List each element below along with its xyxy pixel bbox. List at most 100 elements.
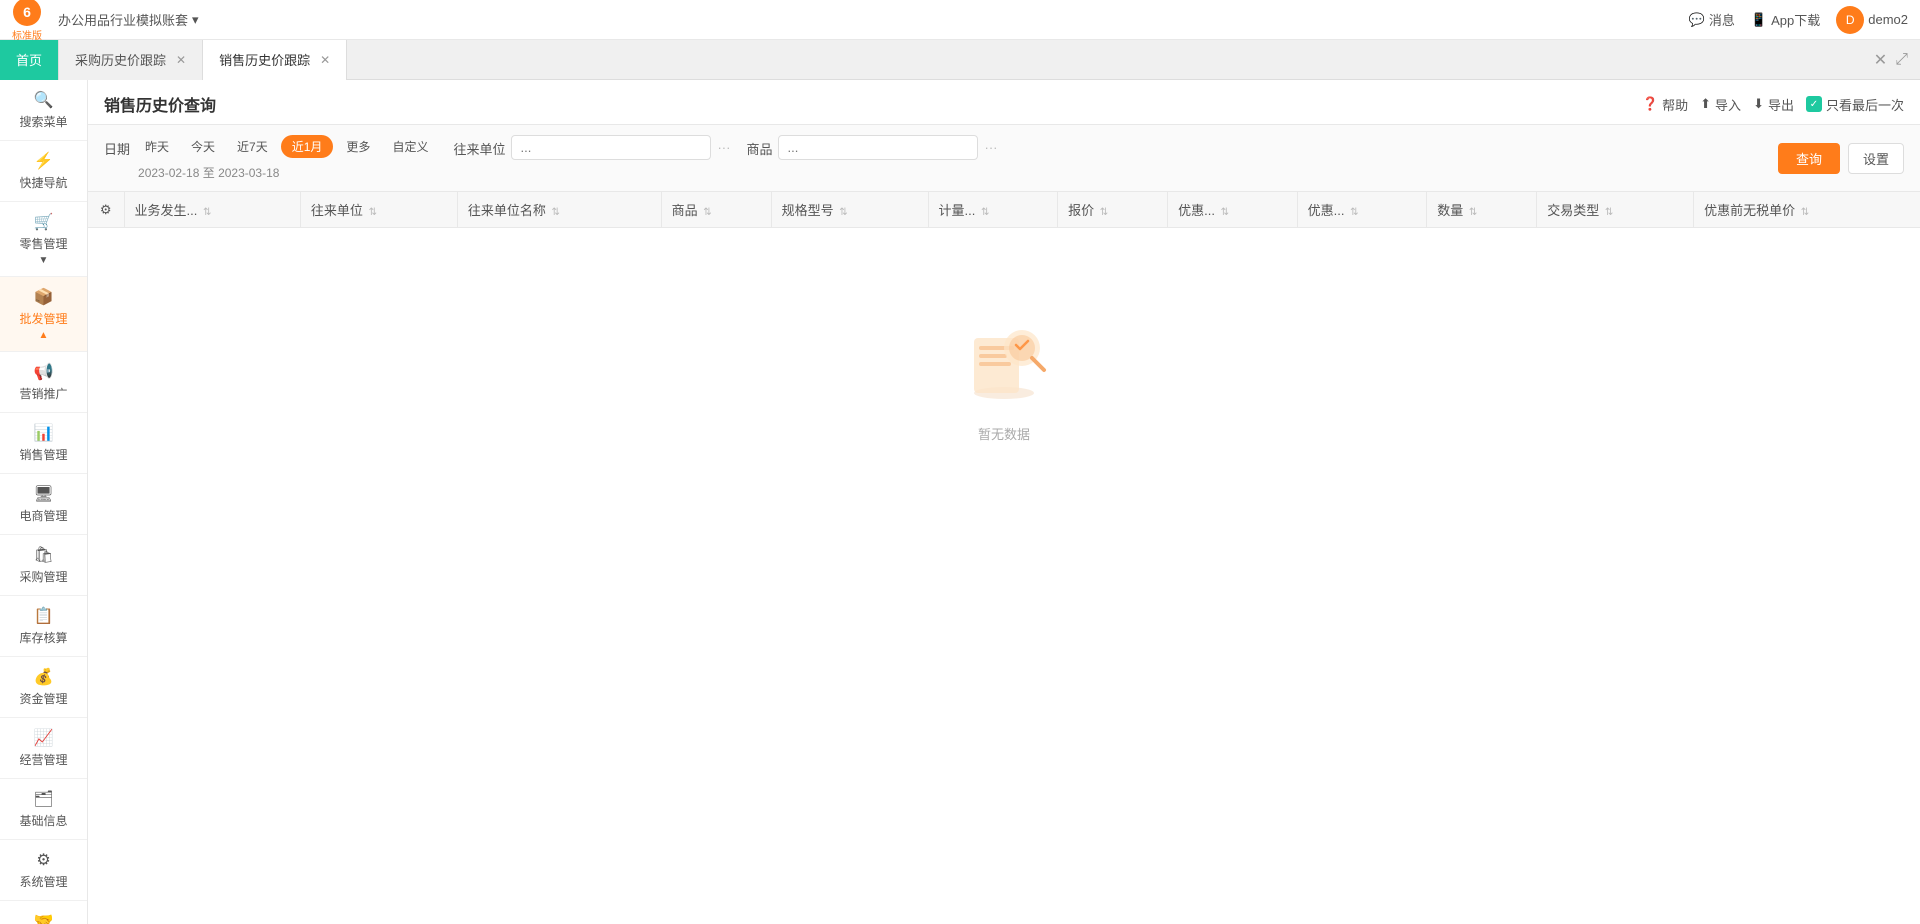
sidebar-item-wholesale[interactable]: 📦 批发管理 ▲	[0, 277, 87, 352]
page-header-actions: ❓ 帮助 ⬆ 导入 ⬇ 导出 ✓ 只看最后一次	[1642, 95, 1904, 114]
sidebar-item-sales-mgmt[interactable]: 📊 销售管理	[0, 413, 87, 474]
export-button[interactable]: ⬇ 导出	[1753, 95, 1794, 114]
sidebar-item-retail[interactable]: 🛒 零售管理 ▼	[0, 202, 87, 277]
date-btn-7days[interactable]: 近7天	[228, 135, 277, 158]
app-download-label: App下载	[1771, 10, 1820, 29]
col-unit-label: 计量...	[939, 203, 976, 218]
product-input[interactable]	[778, 135, 978, 160]
partner-input[interactable]	[511, 135, 711, 160]
col-discount2[interactable]: 优惠... ⇅	[1297, 192, 1427, 228]
col-product[interactable]: 商品 ⇅	[661, 192, 771, 228]
import-button[interactable]: ⬆ 导入	[1700, 95, 1741, 114]
sort-spec-icon: ⇅	[839, 207, 847, 218]
col-spec-label: 规格型号	[782, 203, 834, 218]
sales-mgmt-icon: 📊	[34, 423, 54, 443]
app-selector[interactable]: 办公用品行业模拟账套 ▾	[50, 6, 207, 33]
app-name-label: 办公用品行业模拟账套	[58, 10, 188, 29]
help-button[interactable]: ❓ 帮助	[1642, 95, 1688, 114]
col-biz-date[interactable]: 业务发生... ⇅	[124, 192, 300, 228]
filter-actions: 查询 设置	[1778, 143, 1904, 174]
date-btn-1month[interactable]: 近1月	[281, 135, 334, 158]
avatar: D	[1836, 6, 1864, 34]
sidebar-item-finance[interactable]: 💰 资金管理	[0, 657, 87, 718]
tab-home-label: 首页	[16, 50, 42, 69]
operations-icon: 📈	[34, 728, 54, 748]
date-range-display: 2023-02-18 至 2023-03-18	[138, 164, 437, 181]
sidebar-label-search: 搜索菜单	[19, 113, 67, 130]
query-button[interactable]: 查询	[1778, 143, 1840, 174]
only-last-checkbox[interactable]: ✓ 只看最后一次	[1806, 95, 1904, 114]
message-button[interactable]: 💬 消息	[1689, 10, 1735, 29]
tab-home[interactable]: 首页	[0, 40, 59, 80]
sort-discount1-icon: ⇅	[1221, 207, 1229, 218]
sidebar-label-operations: 经营管理	[19, 751, 67, 768]
col-product-label: 商品	[672, 203, 698, 218]
col-unit[interactable]: 计量... ⇅	[928, 192, 1058, 228]
sidebar-item-enterprise[interactable]: 🤝 企业协同	[0, 901, 87, 924]
maximize-button[interactable]: ⤢	[1895, 51, 1908, 69]
user-name-label: demo2	[1868, 12, 1908, 27]
close-all-button[interactable]: ✕	[1874, 50, 1887, 70]
sidebar-item-inventory[interactable]: 📋 库存核算	[0, 596, 87, 657]
user-menu[interactable]: D demo2	[1836, 6, 1908, 34]
col-biz-date-label: 业务发生...	[135, 203, 198, 218]
sidebar-item-ecommerce[interactable]: 🖥 电商管理	[0, 474, 87, 535]
sort-pretax-price-icon: ⇅	[1801, 207, 1809, 218]
date-btn-yesterday[interactable]: 昨天	[136, 135, 178, 158]
table-container: ⚙ 业务发生... ⇅ 往来单位 ⇅ 往来单位名称 ⇅	[88, 192, 1920, 924]
sidebar-item-search[interactable]: 🔍 搜索菜单	[0, 80, 87, 141]
date-btn-more[interactable]: 更多	[337, 135, 379, 158]
sidebar-item-shortcut[interactable]: ⚡ 快捷导航	[0, 141, 87, 202]
col-quantity-label: 数量	[1437, 203, 1463, 218]
help-icon: ❓	[1642, 96, 1658, 112]
settings-icon: ⚙	[100, 202, 112, 217]
marketing-icon: 📢	[34, 362, 54, 382]
date-btn-custom[interactable]: 自定义	[383, 135, 437, 158]
sidebar-item-system[interactable]: ⚙ 系统管理	[0, 840, 87, 901]
sidebar-item-marketing[interactable]: 📢 营销推广	[0, 352, 87, 413]
partner-label: 往来单位	[453, 135, 505, 158]
col-partner-name-label: 往来单位名称	[468, 203, 546, 218]
col-price[interactable]: 报价 ⇅	[1058, 192, 1168, 228]
sidebar: 🔍 搜索菜单 ⚡ 快捷导航 🛒 零售管理 ▼ 📦 批发管理 ▲ 📢 营销推广 📊…	[0, 80, 88, 924]
col-spec[interactable]: 规格型号 ⇅	[771, 192, 928, 228]
sidebar-item-operations[interactable]: 📈 经营管理	[0, 718, 87, 779]
col-trade-type[interactable]: 交易类型 ⇅	[1537, 192, 1694, 228]
sidebar-item-purchase-mgmt[interactable]: 🛍 采购管理	[0, 535, 87, 596]
app-download-button[interactable]: 📱 App下载	[1751, 10, 1820, 29]
tabbar-actions: ✕ ⤢	[1874, 50, 1920, 70]
chevron-down-icon: ▾	[192, 12, 199, 28]
sidebar-item-basic[interactable]: 🗂 基础信息	[0, 779, 87, 840]
product-input-row: ···	[778, 135, 997, 160]
enterprise-icon: 🤝	[34, 911, 54, 924]
partner-picker-icon[interactable]: ···	[717, 140, 730, 155]
col-discount1[interactable]: 优惠... ⇅	[1168, 192, 1298, 228]
sidebar-label-shortcut: 快捷导航	[19, 174, 67, 191]
date-btn-today[interactable]: 今天	[182, 135, 224, 158]
tab-purchase-close[interactable]: ✕	[176, 53, 186, 67]
logo-icon: 6	[13, 0, 41, 26]
checkbox-checked-icon: ✓	[1806, 96, 1822, 112]
sidebar-label-marketing: 营销推广	[19, 385, 67, 402]
settings-button[interactable]: 设置	[1848, 143, 1904, 174]
chevron-retail-icon: ▼	[39, 255, 49, 266]
only-last-label: 只看最后一次	[1826, 95, 1904, 114]
export-label: 导出	[1768, 95, 1794, 114]
date-label: 日期	[104, 135, 130, 158]
search-icon: 🔍	[34, 90, 54, 110]
col-pretax-price[interactable]: 优惠前无税单价 ⇅	[1694, 192, 1920, 228]
page-header: 销售历史价查询 ❓ 帮助 ⬆ 导入 ⬇ 导出 ✓ 只看最后一次	[88, 80, 1920, 125]
col-settings[interactable]: ⚙	[88, 192, 124, 228]
tab-purchase[interactable]: 采购历史价跟踪 ✕	[59, 40, 203, 80]
tab-sales[interactable]: 销售历史价跟踪 ✕	[203, 40, 347, 80]
col-partner-code[interactable]: 往来单位 ⇅	[300, 192, 457, 228]
col-partner-name[interactable]: 往来单位名称 ⇅	[457, 192, 661, 228]
tab-sales-close[interactable]: ✕	[320, 53, 330, 67]
message-label: 消息	[1709, 10, 1735, 29]
product-picker-icon[interactable]: ···	[984, 140, 997, 155]
import-icon: ⬆	[1700, 96, 1711, 112]
empty-illustration	[954, 308, 1054, 408]
sort-price-icon: ⇅	[1100, 207, 1108, 218]
col-quantity[interactable]: 数量 ⇅	[1427, 192, 1537, 228]
sidebar-label-wholesale: 批发管理	[19, 310, 67, 327]
